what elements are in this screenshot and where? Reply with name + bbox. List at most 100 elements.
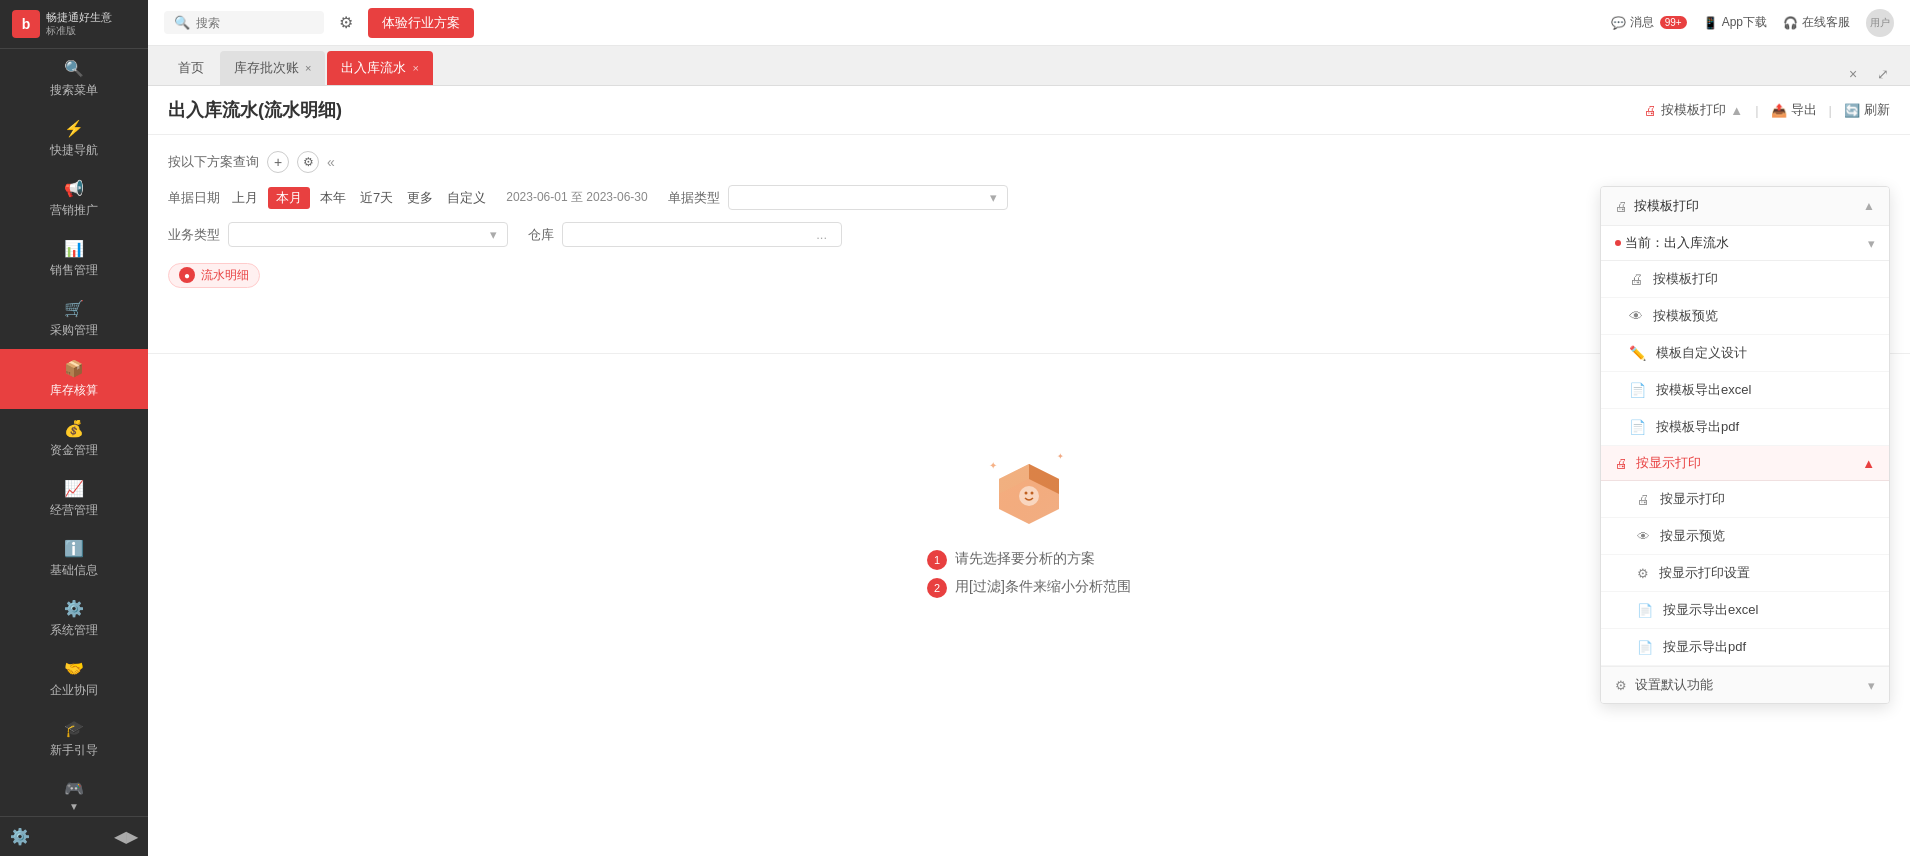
user-avatar[interactable]: 用户 bbox=[1866, 9, 1894, 37]
sidebar-item-finance[interactable]: 💰 资金管理 bbox=[0, 409, 148, 469]
template-print-icon: 🖨 bbox=[1629, 271, 1643, 287]
display-pdf-label: 按显示导出pdf bbox=[1663, 638, 1746, 656]
filter-add-button[interactable]: + bbox=[267, 151, 289, 173]
topbar-gear-icon[interactable]: ⚙ bbox=[332, 9, 360, 37]
topbar: 🔍 ⚙ 体验行业方案 💬 消息 99+ 📱 App下载 🎧 在线客服 用户 bbox=[148, 0, 1910, 46]
service-icon: 🎧 bbox=[1783, 16, 1798, 30]
sidebar-item-search[interactable]: 🔍 搜索菜单 bbox=[0, 49, 148, 109]
dropdown-item-display-preview[interactable]: 👁 按显示预览 bbox=[1601, 518, 1889, 555]
doc-type-select[interactable]: ▾ bbox=[728, 185, 1008, 210]
dropdown-item-display-print[interactable]: 🖨 按显示打印 bbox=[1601, 481, 1889, 518]
empty-illustration: ✦ ✦ bbox=[979, 434, 1079, 534]
dropdown-item-display-excel[interactable]: 📄 按显示导出excel bbox=[1601, 592, 1889, 629]
date-option-thisyear[interactable]: 本年 bbox=[316, 187, 350, 209]
sidebar-item-label: 采购管理 bbox=[50, 322, 98, 339]
sidebar-item-quicknav[interactable]: ⚡ 快捷导航 bbox=[0, 109, 148, 169]
tab-batch-close-icon[interactable]: × bbox=[305, 62, 311, 74]
sidebar-item-system[interactable]: ⚙️ 系统管理 bbox=[0, 589, 148, 649]
dropdown-up-arrow-icon[interactable]: ▲ bbox=[1863, 199, 1875, 213]
filter-section-label: 按以下方案查询 bbox=[168, 153, 259, 171]
export-icon: 📤 bbox=[1771, 103, 1787, 118]
print-button[interactable]: 🖨 按模板打印 ▲ bbox=[1644, 101, 1743, 119]
date-option-thismonth[interactable]: 本月 bbox=[268, 187, 310, 209]
sidebar-menu: 🔍 搜索菜单 ⚡ 快捷导航 📢 营销推广 📊 销售管理 🛒 采购管理 📦 库存核… bbox=[0, 49, 148, 797]
sidebar-bottom: ⚙️ ◀▶ bbox=[0, 816, 148, 856]
online-service-label: 在线客服 bbox=[1802, 14, 1850, 31]
sidebar-item-marketing[interactable]: 📢 营销推广 bbox=[0, 169, 148, 229]
dropdown-template-section: 🖨 按模板打印 👁 按模板预览 ✏️ 模板自定义设计 📄 按模板导出excel … bbox=[1601, 261, 1889, 446]
sidebar-item-guide[interactable]: 🎓 新手引导 bbox=[0, 709, 148, 769]
date-option-custom[interactable]: 自定义 bbox=[443, 187, 490, 209]
step1-number: 1 bbox=[927, 550, 947, 570]
dropdown-item-template-pdf[interactable]: 📄 按模板导出pdf bbox=[1601, 409, 1889, 446]
display-excel-icon: 📄 bbox=[1637, 603, 1653, 618]
search-icon: 🔍 bbox=[64, 59, 84, 78]
app-download-item[interactable]: 📱 App下载 bbox=[1703, 14, 1767, 31]
display-preview-label: 按显示预览 bbox=[1660, 527, 1725, 545]
topbar-left: 🔍 ⚙ 体验行业方案 bbox=[164, 8, 1599, 38]
expand-window-button[interactable]: ⤢ bbox=[1872, 63, 1894, 85]
sidebar-item-sales[interactable]: 📊 销售管理 bbox=[0, 229, 148, 289]
dropdown-item-template-preview[interactable]: 👁 按模板预览 bbox=[1601, 298, 1889, 335]
dropdown-item-template-custom[interactable]: ✏️ 模板自定义设计 bbox=[1601, 335, 1889, 372]
tab-flow-close-icon[interactable]: × bbox=[412, 62, 418, 74]
template-pdf-icon: 📄 bbox=[1629, 419, 1646, 435]
sidebar-item-appcenter[interactable]: 🎮 应用中心 bbox=[0, 769, 148, 797]
sidebar-item-label: 库存核算 bbox=[50, 382, 98, 399]
filter-settings-icon: ⚙ bbox=[303, 155, 314, 169]
dropdown-display-section-header[interactable]: 🖨 按显示打印 ▲ bbox=[1601, 446, 1889, 481]
guide-icon: 🎓 bbox=[64, 719, 84, 738]
doc-type-arrow-icon: ▾ bbox=[990, 190, 997, 205]
template-excel-label: 按模板导出excel bbox=[1656, 381, 1751, 399]
sidebar-item-label: 资金管理 bbox=[50, 442, 98, 459]
search-input[interactable] bbox=[196, 16, 314, 30]
filter-tag: ● 流水明细 bbox=[168, 263, 260, 288]
dropdown-item-template-print[interactable]: 🖨 按模板打印 bbox=[1601, 261, 1889, 298]
business-type-select[interactable]: ▾ bbox=[228, 222, 508, 247]
message-item[interactable]: 💬 消息 99+ bbox=[1611, 14, 1687, 31]
sidebar-item-cooperation[interactable]: 🤝 企业协同 bbox=[0, 649, 148, 709]
filter-settings-button[interactable]: ⚙ bbox=[297, 151, 319, 173]
current-selection-row: 当前：出入库流水 ▾ bbox=[1601, 226, 1889, 261]
sidebar-scroll-down[interactable]: ▼ bbox=[0, 797, 148, 816]
logo-title: 畅捷通好生意 bbox=[46, 10, 112, 24]
empty-steps: 1 请先选择要分析的方案 2 用[过滤]条件来缩小分析范围 bbox=[927, 550, 1131, 598]
dropdown-item-template-excel[interactable]: 📄 按模板导出excel bbox=[1601, 372, 1889, 409]
date-option-more[interactable]: 更多 bbox=[403, 187, 437, 209]
trial-button[interactable]: 体验行业方案 bbox=[368, 8, 474, 38]
template-preview-icon: 👁 bbox=[1629, 308, 1643, 324]
sidebar-item-operations[interactable]: 📈 经营管理 bbox=[0, 469, 148, 529]
date-option-7days[interactable]: 近7天 bbox=[356, 187, 397, 209]
sidebar-item-label: 新手引导 bbox=[50, 742, 98, 759]
tab-flow[interactable]: 出入库流水 × bbox=[327, 51, 432, 85]
refresh-button[interactable]: 🔄 刷新 bbox=[1844, 101, 1890, 119]
dropdown-item-display-settings[interactable]: ⚙ 按显示打印设置 bbox=[1601, 555, 1889, 592]
sidebar-settings-icon[interactable]: ⚙️ bbox=[10, 827, 30, 846]
sidebar-item-inventory[interactable]: 📦 库存核算 bbox=[0, 349, 148, 409]
footer-settings-icon: ⚙ bbox=[1615, 678, 1627, 693]
close-window-button[interactable]: × bbox=[1842, 63, 1864, 85]
sidebar-item-basic[interactable]: ℹ️ 基础信息 bbox=[0, 529, 148, 589]
empty-step-2: 2 用[过滤]条件来缩小分析范围 bbox=[927, 578, 1131, 598]
warehouse-select[interactable]: ... bbox=[562, 222, 842, 247]
warehouse-dots: ... bbox=[816, 227, 827, 242]
current-arrow-icon[interactable]: ▾ bbox=[1868, 236, 1875, 251]
refresh-icon: 🔄 bbox=[1844, 103, 1860, 118]
dropdown-header-title: 🖨 按模板打印 bbox=[1615, 197, 1699, 215]
template-excel-icon: 📄 bbox=[1629, 382, 1646, 398]
sidebar-collapse-icon[interactable]: ◀▶ bbox=[114, 827, 138, 846]
purchase-icon: 🛒 bbox=[64, 299, 84, 318]
export-button[interactable]: 📤 导出 bbox=[1771, 101, 1817, 119]
sidebar-item-label: 搜索菜单 bbox=[50, 82, 98, 99]
filter-collapse-button[interactable]: « bbox=[327, 154, 335, 170]
dropdown-footer[interactable]: ⚙ 设置默认功能 ▾ bbox=[1601, 666, 1889, 703]
sidebar-item-purchase[interactable]: 🛒 采购管理 bbox=[0, 289, 148, 349]
template-custom-label: 模板自定义设计 bbox=[1656, 344, 1747, 362]
sidebar: b 畅捷通好生意 标准版 🔍 搜索菜单 ⚡ 快捷导航 📢 营销推广 📊 销售管理… bbox=[0, 0, 148, 856]
online-service-item[interactable]: 🎧 在线客服 bbox=[1783, 14, 1850, 31]
date-option-lastmonth[interactable]: 上月 bbox=[228, 187, 262, 209]
tab-home[interactable]: 首页 bbox=[164, 51, 218, 85]
dropdown-item-display-pdf[interactable]: 📄 按显示导出pdf bbox=[1601, 629, 1889, 666]
tab-batch[interactable]: 库存批次账 × bbox=[220, 51, 325, 85]
filter-top: 按以下方案查询 + ⚙ « bbox=[168, 151, 1890, 173]
